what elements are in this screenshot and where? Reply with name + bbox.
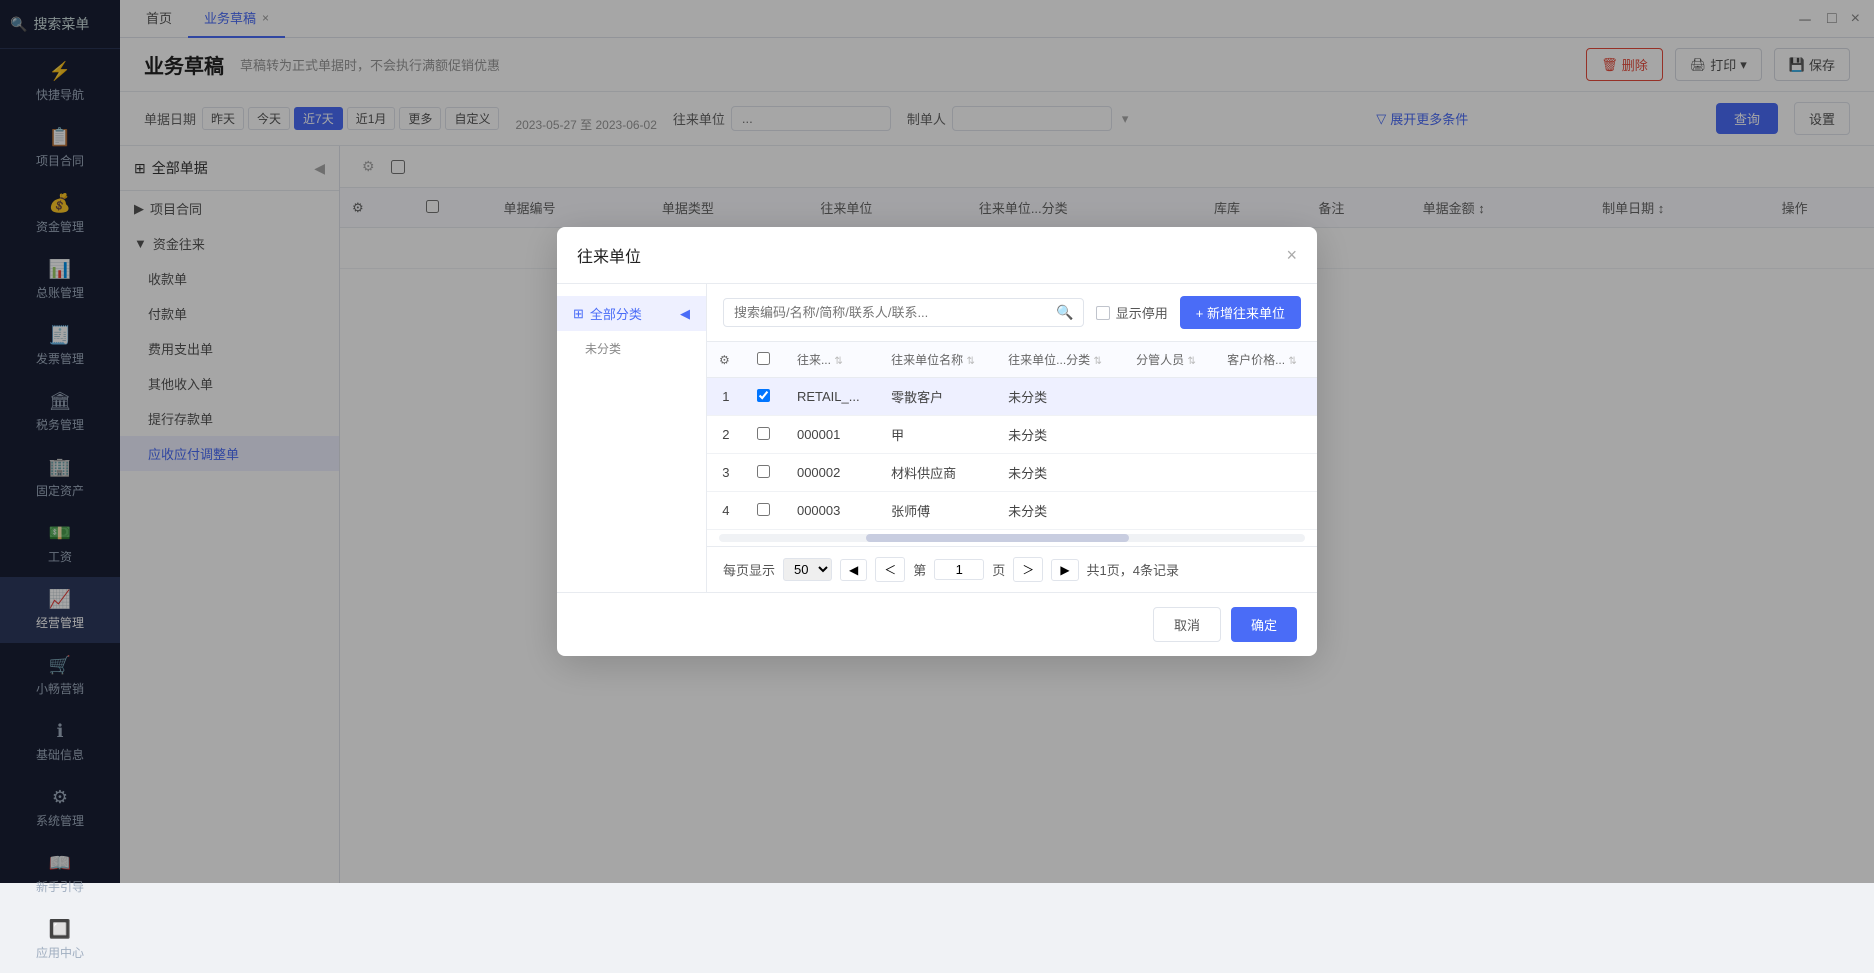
row-category: 未分类 — [996, 416, 1124, 454]
row-num: 3 — [707, 454, 745, 492]
row-check[interactable] — [745, 378, 785, 416]
show-disabled-label: 显示停用 — [1116, 303, 1168, 322]
app-center-icon: 🔲 — [49, 919, 71, 940]
row-manager — [1124, 492, 1215, 530]
per-page-select[interactable]: 50 — [783, 558, 832, 581]
row-code: 000002 — [785, 454, 879, 492]
dialog-right: 🔍 显示停用 + 新增往来单位 ⚙ 往来... — [707, 284, 1317, 592]
row-category: 未分类 — [996, 492, 1124, 530]
dialog-close-button[interactable]: × — [1286, 245, 1297, 266]
per-page-label: 每页显示 — [723, 560, 775, 579]
prev-page-btn[interactable]: ＜ — [875, 557, 905, 582]
col-code[interactable]: 往来... ⇅ — [785, 342, 879, 378]
row-manager — [1124, 416, 1215, 454]
col-manager[interactable]: 分管人员 ⇅ — [1124, 342, 1215, 378]
page-input[interactable] — [934, 559, 984, 580]
col-price[interactable]: 客户价格... ⇅ — [1215, 342, 1317, 378]
page-word: 第 — [913, 560, 926, 579]
row-name: 零散客户 — [879, 378, 996, 416]
col-settings[interactable]: ⚙ — [707, 342, 745, 378]
row-code: RETAIL_... — [785, 378, 879, 416]
first-page-btn[interactable]: ◀ — [840, 559, 867, 581]
table-row[interactable]: 3 000002 材料供应商 未分类 — [707, 454, 1317, 492]
col-category[interactable]: 往来单位...分类 ⇅ — [996, 342, 1124, 378]
sidebar-item-app-center[interactable]: 🔲 应用中心 — [0, 907, 120, 973]
show-disabled-option: 显示停用 — [1096, 303, 1168, 322]
horizontal-scrollbar[interactable] — [719, 534, 1305, 542]
confirm-button[interactable]: 确定 — [1231, 607, 1297, 642]
scrollbar-thumb[interactable] — [866, 534, 1130, 542]
category-all[interactable]: ⊞ 全部分类 ◀ — [557, 296, 706, 331]
page-label: 页 — [992, 560, 1005, 579]
total-info: 共1页，4条记录 — [1087, 560, 1179, 579]
row-num: 1 — [707, 378, 745, 416]
row-manager — [1124, 378, 1215, 416]
dialog-pagination: 每页显示 50 ◀ ＜ 第 页 ＞ ▶ 共1页，4条记录 — [707, 546, 1317, 592]
partner-dialog: 往来单位 × ⊞ 全部分类 ◀ 未分类 🔍 — [557, 227, 1317, 656]
dialog-header-checkbox[interactable] — [757, 352, 770, 365]
col-check[interactable] — [745, 342, 785, 378]
search-input[interactable] — [723, 298, 1084, 327]
col-name[interactable]: 往来单位名称 ⇅ — [879, 342, 996, 378]
next-page-btn[interactable]: ＞ — [1013, 557, 1043, 582]
table-row[interactable]: 2 000001 甲 未分类 — [707, 416, 1317, 454]
row-manager — [1124, 454, 1215, 492]
row-code: 000001 — [785, 416, 879, 454]
dialog-title: 往来单位 — [577, 243, 641, 267]
row-price — [1215, 378, 1317, 416]
row-price — [1215, 454, 1317, 492]
search-box: 🔍 — [723, 298, 1084, 327]
search-icon: 🔍 — [1056, 304, 1073, 321]
dialog-body: ⊞ 全部分类 ◀ 未分类 🔍 显示停用 — [557, 284, 1317, 592]
dialog-table-container: ⚙ 往来... ⇅ 往来单位名称 ⇅ 往来单位...分类 ⇅ 分管人员 ⇅ 客户… — [707, 342, 1317, 530]
dialog-toolbar: 🔍 显示停用 + 新增往来单位 — [707, 284, 1317, 342]
dialog-table: ⚙ 往来... ⇅ 往来单位名称 ⇅ 往来单位...分类 ⇅ 分管人员 ⇅ 客户… — [707, 342, 1317, 530]
row-category: 未分类 — [996, 378, 1124, 416]
row-check[interactable] — [745, 416, 785, 454]
dialog-header: 往来单位 × — [557, 227, 1317, 284]
row-name: 张师傅 — [879, 492, 996, 530]
row-price — [1215, 416, 1317, 454]
row-check[interactable] — [745, 492, 785, 530]
last-page-btn[interactable]: ▶ — [1051, 559, 1078, 581]
cancel-button[interactable]: 取消 — [1153, 607, 1221, 642]
row-check[interactable] — [745, 454, 785, 492]
table-row[interactable]: 1 RETAIL_... 零散客户 未分类 — [707, 378, 1317, 416]
row-category: 未分类 — [996, 454, 1124, 492]
row-name: 甲 — [879, 416, 996, 454]
sidebar-item-label: 应用中心 — [36, 944, 84, 961]
row-num: 2 — [707, 416, 745, 454]
dialog-footer: 取消 确定 — [557, 592, 1317, 656]
row-num: 4 — [707, 492, 745, 530]
row-price — [1215, 492, 1317, 530]
row-code: 000003 — [785, 492, 879, 530]
row-name: 材料供应商 — [879, 454, 996, 492]
show-disabled-checkbox[interactable] — [1096, 306, 1110, 320]
modal-overlay: 往来单位 × ⊞ 全部分类 ◀ 未分类 🔍 — [0, 0, 1874, 883]
table-row[interactable]: 4 000003 张师傅 未分类 — [707, 492, 1317, 530]
collapse-left-icon[interactable]: ◀ — [680, 306, 690, 322]
grid-icon: ⊞ — [573, 306, 584, 322]
dialog-categories: ⊞ 全部分类 ◀ 未分类 — [557, 284, 707, 592]
category-unclassified[interactable]: 未分类 — [557, 333, 706, 364]
add-partner-button[interactable]: + 新增往来单位 — [1180, 296, 1301, 329]
